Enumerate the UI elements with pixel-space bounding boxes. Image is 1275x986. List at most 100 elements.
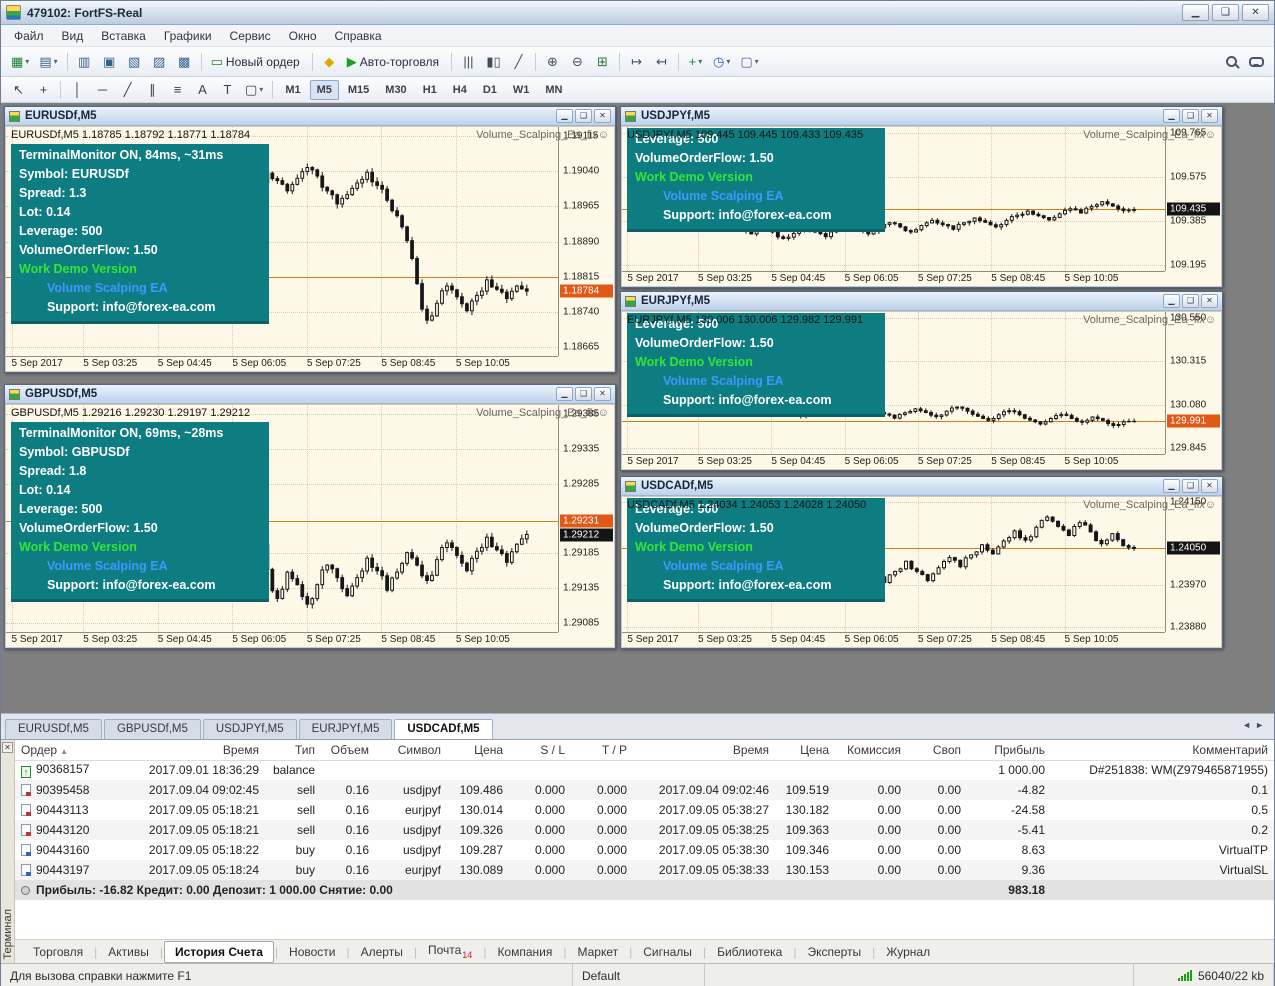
- history-row[interactable]: 90395458 2017.09.04 09:02:45 sell 0.16 usdjp…: [15, 780, 1274, 800]
- table-header-row[interactable]: Ордер ▲ Время Тип Объем Символ Цена S / LT / PВ…: [15, 740, 1274, 761]
- chart-tab-gbpusdf[interactable]: GBPUSDf,M5: [103, 719, 201, 739]
- timeframe-w1[interactable]: W1: [506, 80, 537, 100]
- chart-minimize-button[interactable]: ▁: [556, 109, 573, 123]
- column-header-profit[interactable]: Прибыль: [967, 740, 1051, 761]
- chart-minimize-button[interactable]: ▁: [556, 387, 573, 401]
- menu-item-Вставка[interactable]: Вставка: [92, 26, 155, 46]
- price-axis[interactable]: 1.19115 1.19040 1.18965 1.18890 1.18815 1.187…: [558, 127, 614, 356]
- zoom-out-button[interactable]: ⊖: [566, 51, 589, 73]
- new-order-button[interactable]: ▭ Новый ордер: [207, 51, 307, 73]
- chart-window-titlebar[interactable]: GBPUSDf,M5 ▁ ❑ ✕: [5, 385, 615, 404]
- column-header-comment[interactable]: Комментарий: [1051, 740, 1274, 761]
- column-header-order[interactable]: Ордер ▲: [15, 740, 125, 761]
- chart-tab-usdjpyf[interactable]: USDJPYf,M5: [202, 719, 297, 739]
- horizontal-line-tool[interactable]: ─: [91, 79, 114, 101]
- candlestick-chart-button[interactable]: ▮▯: [482, 51, 505, 73]
- chart-window-titlebar[interactable]: EURUSDf,M5 ▁ ❑ ✕: [5, 107, 615, 126]
- window-restore-button[interactable]: ❑: [1212, 4, 1239, 21]
- menu-item-Сервис[interactable]: Сервис: [221, 26, 280, 46]
- zoom-in-button[interactable]: ⊕: [541, 51, 564, 73]
- terminal-tab-маркет[interactable]: Маркет: [567, 942, 628, 962]
- time-axis[interactable]: 5 Sep 2017 5 Sep 03:25 5 Sep 04:45 5 Sep 06…: [6, 632, 558, 647]
- terminal-tab-сигналы[interactable]: Сигналы: [633, 942, 702, 962]
- price-axis[interactable]: 109.765 109.575 109.385 109.195 109.435: [1165, 127, 1221, 271]
- price-axis[interactable]: 1.29385 1.29335 1.29285 1.29185 1.29135 1.290…: [558, 405, 614, 632]
- strategy-tester-button[interactable]: ▩: [173, 51, 196, 73]
- terminal-button[interactable]: ▨: [148, 51, 171, 73]
- chart-restore-button[interactable]: ❑: [575, 387, 592, 401]
- column-header-sl[interactable]: S / L: [509, 740, 571, 761]
- bar-chart-button[interactable]: |||: [457, 51, 480, 73]
- navigator-button[interactable]: ▧: [123, 51, 146, 73]
- chart-tab-eurusdf[interactable]: EURUSDf,M5: [5, 719, 102, 739]
- chart-close-button[interactable]: ✕: [1201, 479, 1218, 493]
- timeframe-mn[interactable]: MN: [538, 80, 569, 100]
- terminal-tab-журнал[interactable]: Журнал: [876, 942, 940, 962]
- indicators-dropdown[interactable]: + ▾: [684, 51, 707, 73]
- chart-close-button[interactable]: ✕: [1201, 109, 1218, 123]
- terminal-tab-эксперты[interactable]: Эксперты: [797, 942, 871, 962]
- terminal-close-icon[interactable]: ✕: [2, 742, 13, 753]
- column-header-swap[interactable]: Своп: [907, 740, 967, 761]
- autotrading-button[interactable]: ▶ Авто-торговля: [343, 51, 446, 73]
- chart-window-titlebar[interactable]: EURJPYf,M5 ▁ ❑ ✕: [621, 292, 1222, 311]
- history-row[interactable]: ↑ 90368157 2017.09.01 18:36:29 balance 1 000…: [15, 760, 1274, 780]
- column-header-price2[interactable]: Цена: [775, 740, 835, 761]
- window-close-button[interactable]: ✕: [1242, 4, 1269, 21]
- menu-item-Файл[interactable]: Файл: [5, 26, 53, 46]
- chart-minimize-button[interactable]: ▁: [1163, 109, 1180, 123]
- trendline-tool[interactable]: ╱: [116, 79, 139, 101]
- status-profile[interactable]: Default: [573, 964, 705, 986]
- timeframe-m30[interactable]: M30: [378, 80, 413, 100]
- chart-tab-scroll-arrows[interactable]: ◄►: [1242, 720, 1268, 730]
- cursor-tool[interactable]: ↖: [7, 79, 30, 101]
- column-header-volume[interactable]: Объем: [321, 740, 375, 761]
- terminal-tab-торговля[interactable]: Торговля: [23, 942, 93, 962]
- history-row[interactable]: 90443160 2017.09.05 05:18:22 buy 0.16 usdjpy…: [15, 840, 1274, 860]
- timeframe-m15[interactable]: M15: [341, 80, 376, 100]
- column-header-time[interactable]: Время: [125, 740, 265, 761]
- chart-restore-button[interactable]: ❑: [575, 109, 592, 123]
- history-row[interactable]: 90443120 2017.09.05 05:18:21 sell 0.16 usdjp…: [15, 820, 1274, 840]
- menu-item-Графики[interactable]: Графики: [155, 26, 221, 46]
- column-header-commission[interactable]: Комиссия: [835, 740, 907, 761]
- price-axis[interactable]: 130.550 130.315 130.080 129.845 129.991: [1165, 312, 1221, 454]
- chart-restore-button[interactable]: ❑: [1182, 294, 1199, 308]
- chart-tab-usdcadf[interactable]: USDCADf,M5: [394, 719, 493, 739]
- text-tool[interactable]: A: [191, 79, 214, 101]
- menu-item-Вид[interactable]: Вид: [53, 26, 93, 46]
- chart-close-button[interactable]: ✕: [1201, 294, 1218, 308]
- channel-tool[interactable]: ∥: [141, 79, 164, 101]
- auto-scroll-button[interactable]: ↦: [625, 51, 648, 73]
- chart-restore-button[interactable]: ❑: [1182, 109, 1199, 123]
- time-axis[interactable]: 5 Sep 2017 5 Sep 03:25 5 Sep 04:45 5 Sep 06…: [6, 356, 558, 371]
- column-header-type[interactable]: Тип: [265, 740, 321, 761]
- column-header-symbol[interactable]: Символ: [375, 740, 447, 761]
- new-chart-button[interactable]: ▦ ▾: [7, 51, 33, 73]
- column-header-time2[interactable]: Время: [633, 740, 775, 761]
- menu-item-Окно[interactable]: Окно: [280, 26, 326, 46]
- terminal-tab-новости[interactable]: Новости: [279, 942, 345, 962]
- vertical-line-tool[interactable]: │: [66, 79, 89, 101]
- chart-window-titlebar[interactable]: USDJPYf,M5 ▁ ❑ ✕: [621, 107, 1222, 126]
- menu-item-Справка[interactable]: Справка: [326, 26, 391, 46]
- column-header-tp[interactable]: T / P: [571, 740, 633, 761]
- shapes-dropdown[interactable]: ▢ ▾: [241, 79, 267, 101]
- terminal-tab-компания[interactable]: Компания: [487, 942, 562, 962]
- history-row[interactable]: 90443197 2017.09.05 05:18:24 buy 0.16 eurjpy…: [15, 860, 1274, 880]
- search-button[interactable]: [1220, 51, 1243, 73]
- time-axis[interactable]: 5 Sep 2017 5 Sep 03:25 5 Sep 04:45 5 Sep 06…: [622, 632, 1165, 647]
- window-minimize-button[interactable]: ▁: [1182, 4, 1209, 21]
- chart-shift-button[interactable]: ↤: [650, 51, 673, 73]
- chart-minimize-button[interactable]: ▁: [1163, 479, 1180, 493]
- timeframe-h4[interactable]: H4: [446, 80, 474, 100]
- chart-window-titlebar[interactable]: USDCADf,M5 ▁ ❑ ✕: [621, 477, 1222, 496]
- tile-windows-button[interactable]: ⊞: [591, 51, 614, 73]
- timeframe-m5[interactable]: M5: [309, 79, 339, 100]
- profiles-dropdown[interactable]: ▤ ▾: [35, 51, 61, 73]
- column-header-price[interactable]: Цена: [447, 740, 509, 761]
- chart-close-button[interactable]: ✕: [594, 109, 611, 123]
- price-axis[interactable]: 1.24150 1.23970 1.23880 1.24050: [1165, 497, 1221, 632]
- chart-tab-eurjpyf[interactable]: EURJPYf,M5: [298, 719, 393, 739]
- time-axis[interactable]: 5 Sep 2017 5 Sep 03:25 5 Sep 04:45 5 Sep 06…: [622, 454, 1165, 469]
